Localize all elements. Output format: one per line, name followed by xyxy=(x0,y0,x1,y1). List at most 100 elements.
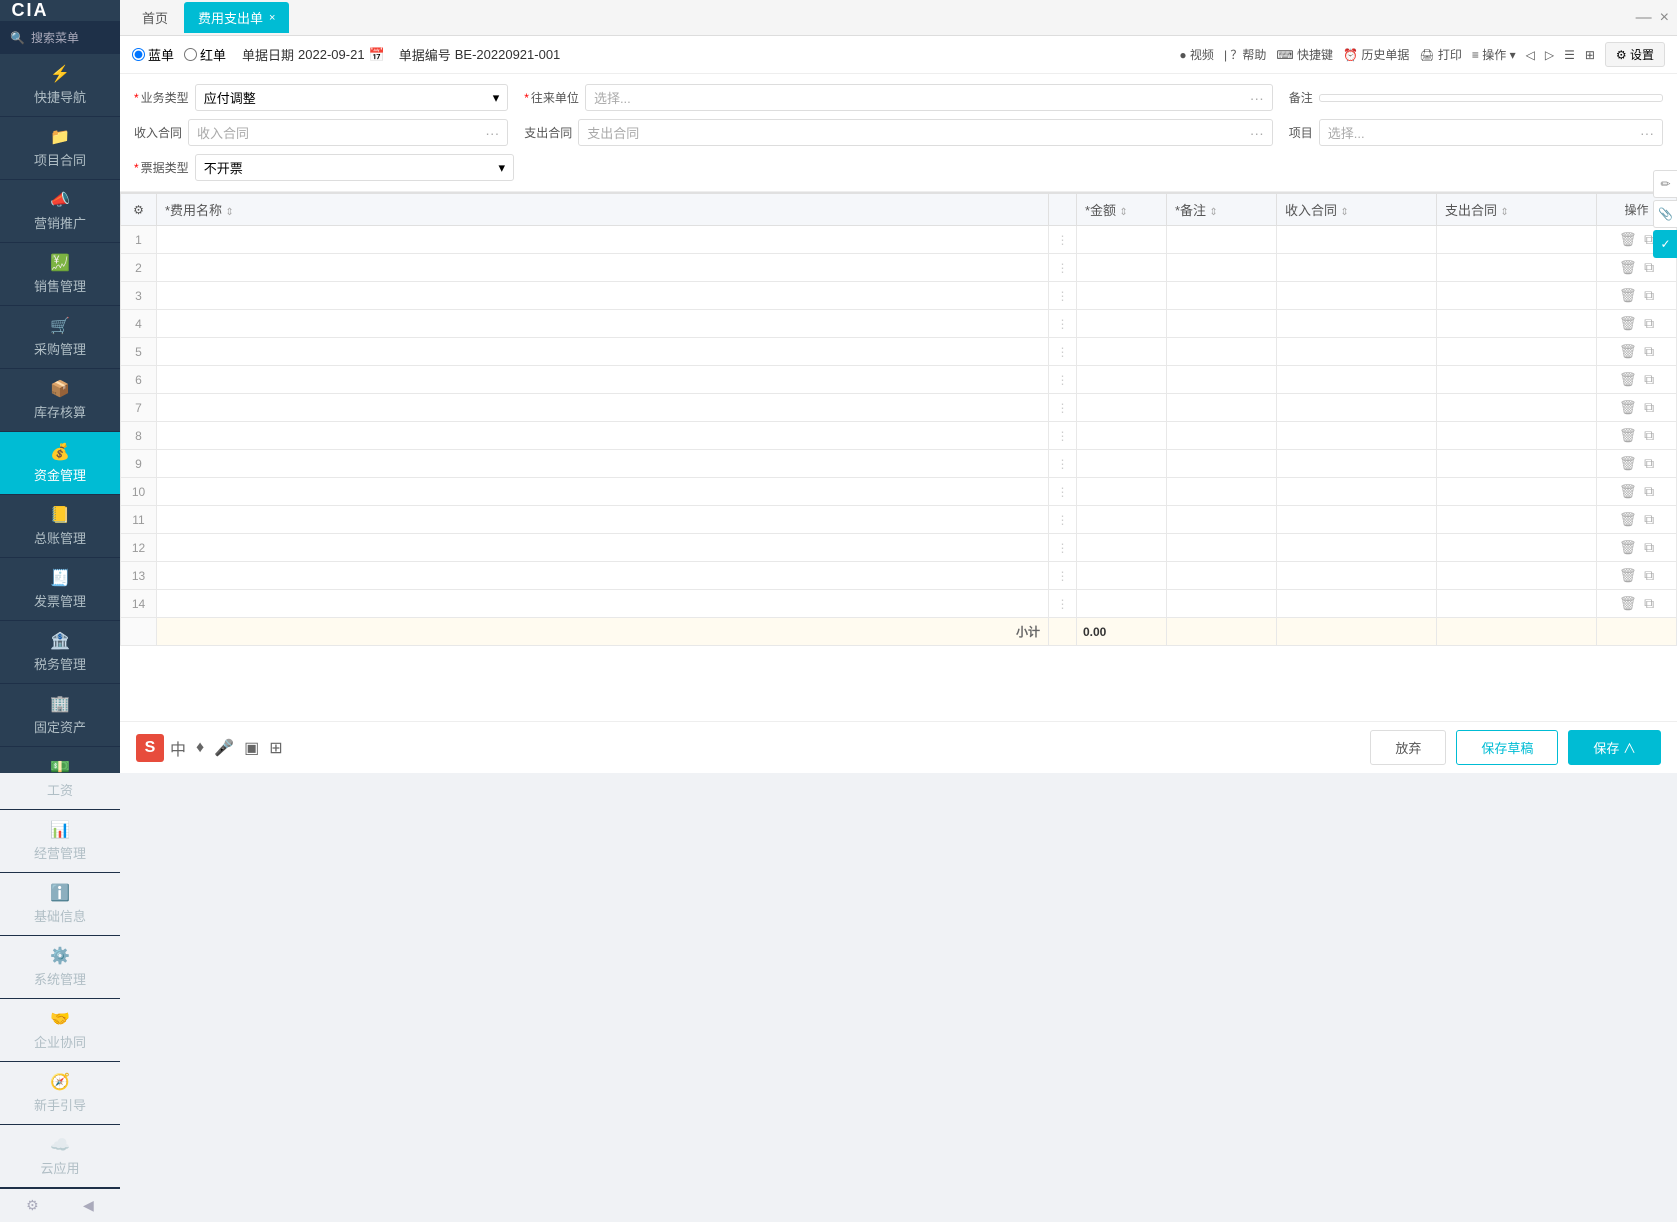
save-draft-button[interactable]: 保存草稿 xyxy=(1456,730,1558,765)
copy-btn-11[interactable]: ⧉ xyxy=(1644,511,1654,527)
remark-cell-5[interactable] xyxy=(1167,338,1277,366)
amount-12[interactable] xyxy=(1077,534,1167,562)
move-handle-9[interactable]: ⋮ xyxy=(1049,450,1077,478)
expense-name-5[interactable] xyxy=(157,338,1049,366)
expense-contract-1[interactable] xyxy=(1437,226,1597,254)
sidebar-item-14[interactable]: ⚙️系统管理 xyxy=(0,936,120,999)
income-contract-input[interactable]: 收入合同 ··· xyxy=(188,119,508,146)
blue-radio[interactable] xyxy=(132,48,145,61)
tab-expense[interactable]: 费用支出单 × xyxy=(184,2,289,33)
remark-cell-6[interactable] xyxy=(1167,366,1277,394)
action-ops[interactable]: ≡ 操作 ▾ xyxy=(1472,46,1516,63)
sidebar-item-2[interactable]: 📣营销推广 xyxy=(0,180,120,243)
expense-name-11[interactable] xyxy=(157,506,1049,534)
income-contract-6[interactable] xyxy=(1277,366,1437,394)
icon-mic[interactable]: 🎤 xyxy=(214,738,234,758)
expense-name-9[interactable] xyxy=(157,450,1049,478)
nav-next-btn[interactable]: ▷ xyxy=(1545,48,1554,62)
move-handle-13[interactable]: ⋮ xyxy=(1049,562,1077,590)
remark-cell-11[interactable] xyxy=(1167,506,1277,534)
th-expense-contract[interactable]: 支出合同 ⇕ xyxy=(1437,194,1597,226)
income-contract-3[interactable] xyxy=(1277,282,1437,310)
remark-cell-7[interactable] xyxy=(1167,394,1277,422)
project-more[interactable]: ··· xyxy=(1640,125,1654,141)
expense-contract-10[interactable] xyxy=(1437,478,1597,506)
expense-name-8[interactable] xyxy=(157,422,1049,450)
move-handle-1[interactable]: ⋮ xyxy=(1049,226,1077,254)
expense-contract-input[interactable]: 支出合同 ··· xyxy=(578,119,1272,146)
view-grid-icon[interactable]: ⊞ xyxy=(1585,48,1595,62)
expense-name-10[interactable] xyxy=(157,478,1049,506)
move-handle-12[interactable]: ⋮ xyxy=(1049,534,1077,562)
expense-name-4[interactable] xyxy=(157,310,1049,338)
settings-icon[interactable]: ⚙ xyxy=(26,1197,39,1214)
income-more[interactable]: ··· xyxy=(485,125,499,141)
view-list-icon[interactable]: ☰ xyxy=(1564,48,1575,62)
sidebar-item-3[interactable]: 💹销售管理 xyxy=(0,243,120,306)
action-history[interactable]: ⏰ 历史单据 xyxy=(1343,46,1409,63)
income-contract-4[interactable] xyxy=(1277,310,1437,338)
delete-btn-13[interactable]: 🗑 xyxy=(1619,567,1637,583)
income-contract-10[interactable] xyxy=(1277,478,1437,506)
income-contract-13[interactable] xyxy=(1277,562,1437,590)
copy-btn-2[interactable]: ⧉ xyxy=(1644,259,1654,275)
th-gear[interactable]: ⚙ xyxy=(121,194,157,226)
delete-btn-8[interactable]: 🗑 xyxy=(1619,427,1637,443)
right-btn-confirm[interactable]: ✓ xyxy=(1653,230,1677,258)
delete-btn-12[interactable]: 🗑 xyxy=(1619,539,1637,555)
expense-contract-5[interactable] xyxy=(1437,338,1597,366)
expense-contract-8[interactable] xyxy=(1437,422,1597,450)
copy-btn-12[interactable]: ⧉ xyxy=(1644,539,1654,555)
expense-name-2[interactable] xyxy=(157,254,1049,282)
tab-home[interactable]: 首页 xyxy=(128,2,182,33)
copy-btn-3[interactable]: ⧉ xyxy=(1644,287,1654,303)
remark-cell-12[interactable] xyxy=(1167,534,1277,562)
remark-cell-10[interactable] xyxy=(1167,478,1277,506)
delete-btn-11[interactable]: 🗑 xyxy=(1619,511,1637,527)
income-contract-14[interactable] xyxy=(1277,590,1437,618)
sidebar-item-8[interactable]: 🧾发票管理 xyxy=(0,558,120,621)
delete-btn-1[interactable]: 🗑 xyxy=(1619,231,1637,247)
sidebar-item-5[interactable]: 📦库存核算 xyxy=(0,369,120,432)
save-button[interactable]: 保存 ∧ xyxy=(1568,730,1661,765)
nav-prev-btn[interactable]: ◁ xyxy=(1526,48,1535,62)
remark-cell-2[interactable] xyxy=(1167,254,1277,282)
remark-cell-8[interactable] xyxy=(1167,422,1277,450)
amount-9[interactable] xyxy=(1077,450,1167,478)
icon-grid[interactable]: ⊞ xyxy=(269,738,282,758)
delete-btn-3[interactable]: 🗑 xyxy=(1619,287,1637,303)
right-btn-edit[interactable]: ✏ xyxy=(1653,170,1677,198)
th-amount[interactable]: *金额 ⇕ xyxy=(1077,194,1167,226)
expense-name-7[interactable] xyxy=(157,394,1049,422)
delete-btn-14[interactable]: 🗑 xyxy=(1619,595,1637,611)
amount-11[interactable] xyxy=(1077,506,1167,534)
sidebar-item-4[interactable]: 🛒采购管理 xyxy=(0,306,120,369)
move-handle-6[interactable]: ⋮ xyxy=(1049,366,1077,394)
expense-name-3[interactable] xyxy=(157,282,1049,310)
counterpart-more[interactable]: ··· xyxy=(1250,90,1264,106)
amount-14[interactable] xyxy=(1077,590,1167,618)
copy-btn-6[interactable]: ⧉ xyxy=(1644,371,1654,387)
move-handle-10[interactable]: ⋮ xyxy=(1049,478,1077,506)
amount-10[interactable] xyxy=(1077,478,1167,506)
sidebar-item-1[interactable]: 📁项目合同 xyxy=(0,117,120,180)
move-handle-11[interactable]: ⋮ xyxy=(1049,506,1077,534)
sidebar-item-7[interactable]: 📒总账管理 xyxy=(0,495,120,558)
tab-close-btn[interactable]: × xyxy=(269,12,275,24)
icon-img[interactable]: ▣ xyxy=(244,738,259,758)
sidebar-item-11[interactable]: 💵工资 xyxy=(0,747,120,810)
amount-3[interactable] xyxy=(1077,282,1167,310)
income-contract-11[interactable] xyxy=(1277,506,1437,534)
th-remark[interactable]: *备注 ⇕ xyxy=(1167,194,1277,226)
move-handle-14[interactable]: ⋮ xyxy=(1049,590,1077,618)
expense-contract-6[interactable] xyxy=(1437,366,1597,394)
expense-contract-2[interactable] xyxy=(1437,254,1597,282)
amount-8[interactable] xyxy=(1077,422,1167,450)
copy-btn-13[interactable]: ⧉ xyxy=(1644,567,1654,583)
expense-name-1[interactable] xyxy=(157,226,1049,254)
amount-2[interactable] xyxy=(1077,254,1167,282)
red-radio-label[interactable]: 红单 xyxy=(184,45,226,64)
project-input[interactable]: 选择... ··· xyxy=(1319,119,1663,146)
remark-input[interactable] xyxy=(1319,94,1663,102)
amount-13[interactable] xyxy=(1077,562,1167,590)
